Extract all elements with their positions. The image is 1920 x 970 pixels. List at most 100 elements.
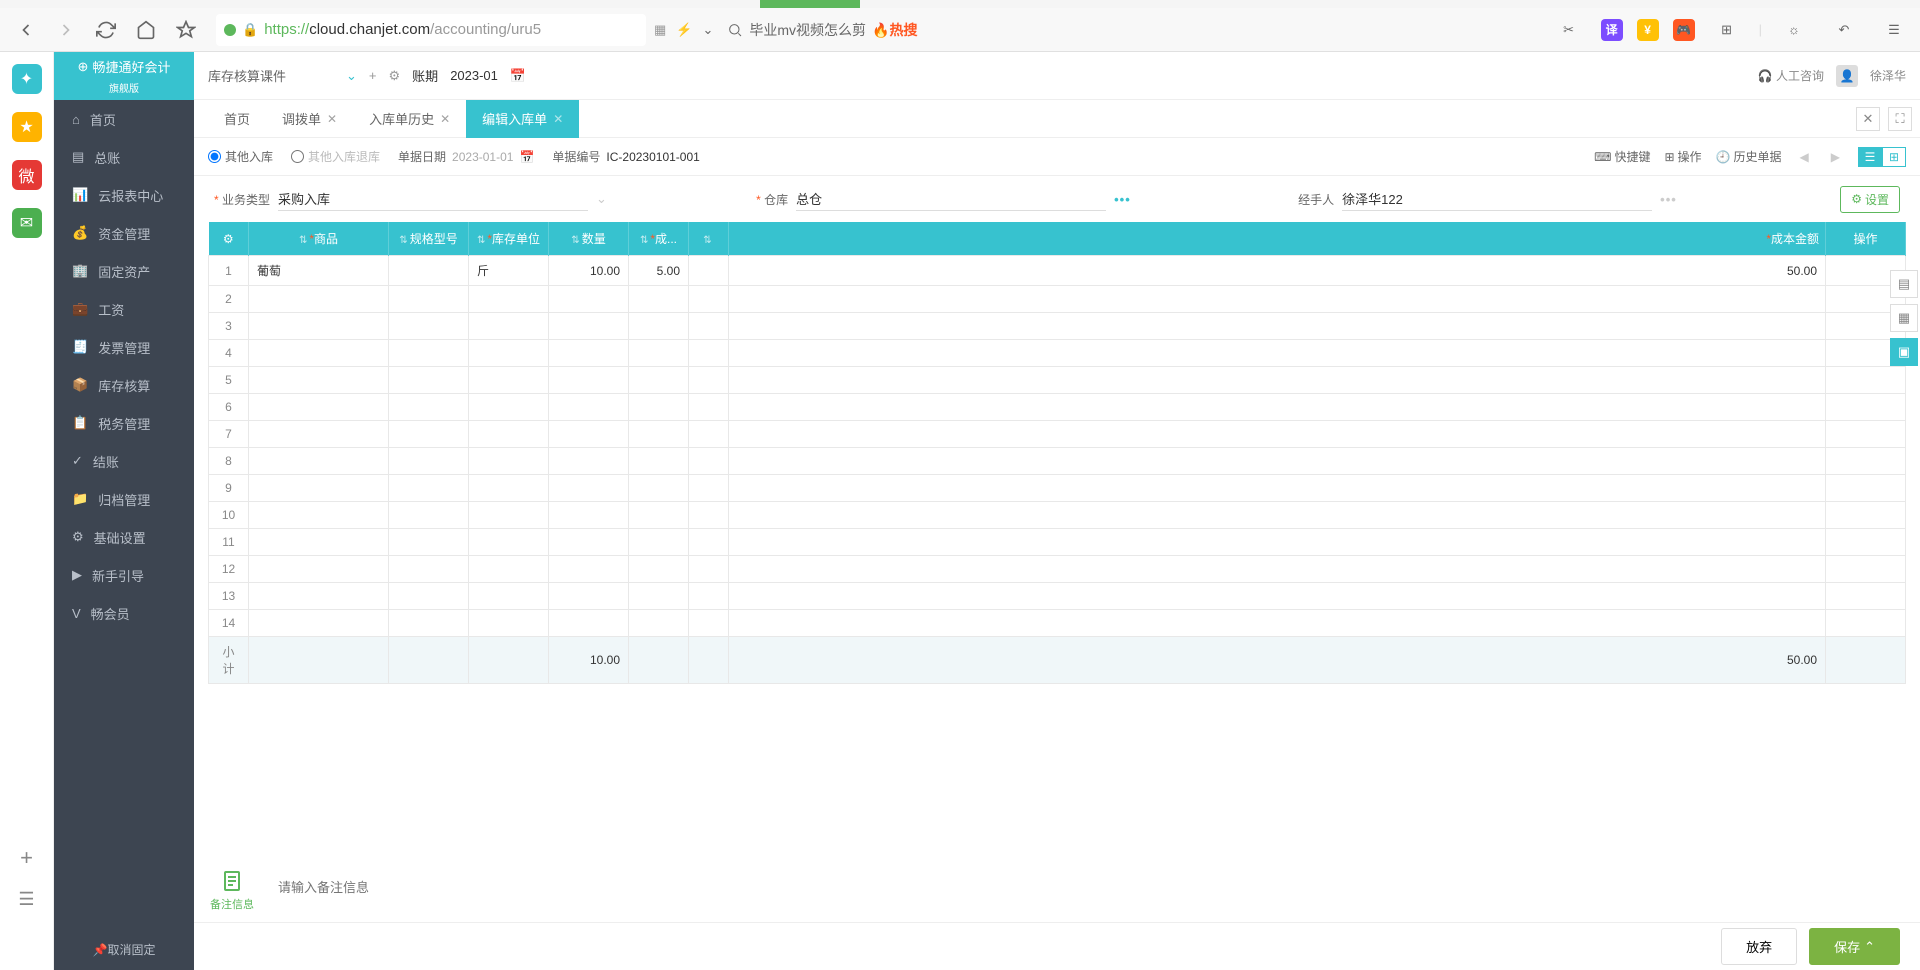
sidebar-item-5[interactable]: 💼工资 — [54, 290, 194, 328]
history-link[interactable]: 🕘 历史单据 — [1716, 148, 1782, 165]
ext-translate-icon[interactable]: 译 — [1601, 19, 1623, 41]
sidebar-item-2[interactable]: 📊云报表中心 — [54, 176, 194, 214]
brightness-icon[interactable]: ☼ — [1776, 12, 1812, 48]
dataset-selector[interactable]: 库存核算课件 ⌄ — [208, 66, 357, 85]
tab-close-all-button[interactable]: ✕ — [1856, 107, 1880, 131]
col-unit[interactable]: ⇅*库存单位 — [469, 222, 549, 256]
col-qty[interactable]: ⇅数量 — [549, 222, 629, 256]
next-doc-button[interactable]: ▶ — [1827, 150, 1844, 164]
sidebar-pin-toggle[interactable]: 📌取消固定 — [54, 929, 194, 970]
prev-doc-button[interactable]: ◀ — [1796, 150, 1813, 164]
handler-more-button[interactable]: ••• — [1660, 192, 1677, 207]
support-link[interactable]: 🎧 人工咨询 — [1758, 67, 1824, 84]
table-row[interactable]: 11 — [209, 529, 1906, 556]
warehouse-input[interactable] — [796, 187, 1106, 211]
view-list-button[interactable]: ☰ — [1858, 147, 1882, 167]
nav-back-button[interactable] — [8, 12, 44, 48]
view-grid-button[interactable]: ⊞ — [1882, 147, 1906, 167]
sidebar-item-6[interactable]: 🧾发票管理 — [54, 328, 194, 366]
cancel-button[interactable]: 放弃 — [1721, 928, 1797, 965]
tab-1[interactable]: 调拨单✕ — [266, 100, 353, 138]
table-row[interactable]: 2 — [209, 286, 1906, 313]
table-row[interactable]: 13 — [209, 583, 1906, 610]
qr-icon[interactable]: ▦ — [654, 22, 666, 38]
scissors-icon[interactable]: ✂ — [1551, 12, 1587, 48]
menu-icon[interactable]: ☰ — [1876, 12, 1912, 48]
table-row[interactable]: 9 — [209, 475, 1906, 502]
table-row[interactable]: 10 — [209, 502, 1906, 529]
sidebar-item-13[interactable]: V畅会员 — [54, 594, 194, 632]
radio-other-return[interactable]: 其他入库退库 — [291, 148, 380, 165]
add-button[interactable]: + — [369, 68, 377, 83]
settings-button[interactable]: ⚙ 设置 — [1840, 186, 1900, 213]
calendar-icon[interactable]: 📅 — [510, 68, 526, 84]
sidebar-item-12[interactable]: ▶新手引导 — [54, 556, 194, 594]
table-row[interactable]: 4 — [209, 340, 1906, 367]
ext-yen-icon[interactable]: ¥ — [1637, 19, 1659, 41]
save-button[interactable]: 保存 ⌃ — [1809, 928, 1900, 965]
gear-icon[interactable]: ⚙ — [389, 68, 401, 84]
address-bar[interactable]: 🔒 https://cloud.chanjet.com/accounting/u… — [216, 14, 646, 46]
handler-input[interactable] — [1342, 187, 1652, 211]
radio-other-in[interactable]: 其他入库 — [208, 148, 273, 165]
tab-3[interactable]: 编辑入库单✕ — [466, 100, 579, 138]
sidebar-item-1[interactable]: ▤总账 — [54, 138, 194, 176]
tab-close-icon[interactable]: ✕ — [553, 112, 563, 126]
bookmark-button[interactable] — [168, 12, 204, 48]
col-amount[interactable]: *成本金额 — [729, 222, 1826, 256]
shortcut-link[interactable]: ⌨ 快捷键 — [1594, 148, 1650, 165]
table-row[interactable]: 14 — [209, 610, 1906, 637]
biztype-input[interactable] — [278, 187, 588, 211]
user-name[interactable]: 徐泽华 — [1870, 67, 1906, 84]
undo-icon[interactable]: ↶ — [1826, 12, 1862, 48]
table-row[interactable]: 8 — [209, 448, 1906, 475]
right-dock-btn-3[interactable]: ▣ — [1890, 338, 1918, 366]
tab-expand-button[interactable]: ⛶ — [1888, 107, 1912, 131]
ext-game-icon[interactable]: 🎮 — [1673, 19, 1695, 41]
col-price[interactable]: ⇅*成... — [629, 222, 689, 256]
sidebar-item-10[interactable]: 📁归档管理 — [54, 480, 194, 518]
right-dock-btn-1[interactable]: ▤ — [1890, 270, 1918, 298]
chevron-down-icon[interactable]: ⌄ — [596, 191, 607, 207]
table-row[interactable]: 6 — [209, 394, 1906, 421]
sidebar-item-7[interactable]: 📦库存核算 — [54, 366, 194, 404]
tab-close-icon[interactable]: ✕ — [327, 112, 337, 126]
dock-app-icon[interactable]: ✦ — [12, 64, 42, 94]
dock-list-button[interactable]: ☰ — [18, 889, 34, 910]
dock-mail-icon[interactable]: ✉ — [12, 208, 42, 238]
dock-weibo-icon[interactable]: 微 — [12, 160, 42, 190]
avatar[interactable]: 👤 — [1836, 65, 1858, 87]
operate-link[interactable]: ⊞ 操作 — [1664, 148, 1701, 165]
period-value[interactable]: 2023-01 — [450, 68, 498, 83]
col-x[interactable]: ⇅ — [689, 222, 729, 256]
apps-icon[interactable]: ⊞ — [1709, 12, 1745, 48]
table-row[interactable]: 12 — [209, 556, 1906, 583]
col-spec[interactable]: ⇅规格型号 — [389, 222, 469, 256]
sidebar-item-4[interactable]: 🏢固定资产 — [54, 252, 194, 290]
col-product[interactable]: ⇅*商品 — [249, 222, 389, 256]
dock-add-button[interactable]: + — [20, 845, 33, 871]
tab-0[interactable]: 首页 — [208, 100, 266, 138]
home-button[interactable] — [128, 12, 164, 48]
nav-forward-button[interactable] — [48, 12, 84, 48]
sidebar-item-3[interactable]: 💰资金管理 — [54, 214, 194, 252]
bolt-icon[interactable]: ⚡ — [676, 22, 692, 38]
table-row[interactable]: 7 — [209, 421, 1906, 448]
dock-star-icon[interactable]: ★ — [12, 112, 42, 142]
remark-input[interactable] — [270, 869, 1906, 909]
right-dock-btn-2[interactable]: ▦ — [1890, 304, 1918, 332]
sidebar-item-8[interactable]: 📋税务管理 — [54, 404, 194, 442]
calendar-icon[interactable]: 📅 — [519, 150, 534, 164]
reload-button[interactable] — [88, 12, 124, 48]
table-row[interactable]: 1葡萄斤10.005.0050.00 — [209, 256, 1906, 286]
table-row[interactable]: 5 — [209, 367, 1906, 394]
sidebar-item-11[interactable]: ⚙基础设置 — [54, 518, 194, 556]
sidebar-item-9[interactable]: ✓结账 — [54, 442, 194, 480]
tab-close-icon[interactable]: ✕ — [440, 112, 450, 126]
tab-2[interactable]: 入库单历史✕ — [353, 100, 466, 138]
search-box[interactable]: 毕业mv视频怎么剪 🔥热搜 — [727, 14, 927, 46]
dropdown-icon[interactable]: ⌄ — [702, 22, 713, 38]
date-value[interactable]: 2023-01-01 — [452, 150, 513, 164]
sidebar-item-0[interactable]: ⌂首页 — [54, 100, 194, 138]
table-row[interactable]: 3 — [209, 313, 1906, 340]
